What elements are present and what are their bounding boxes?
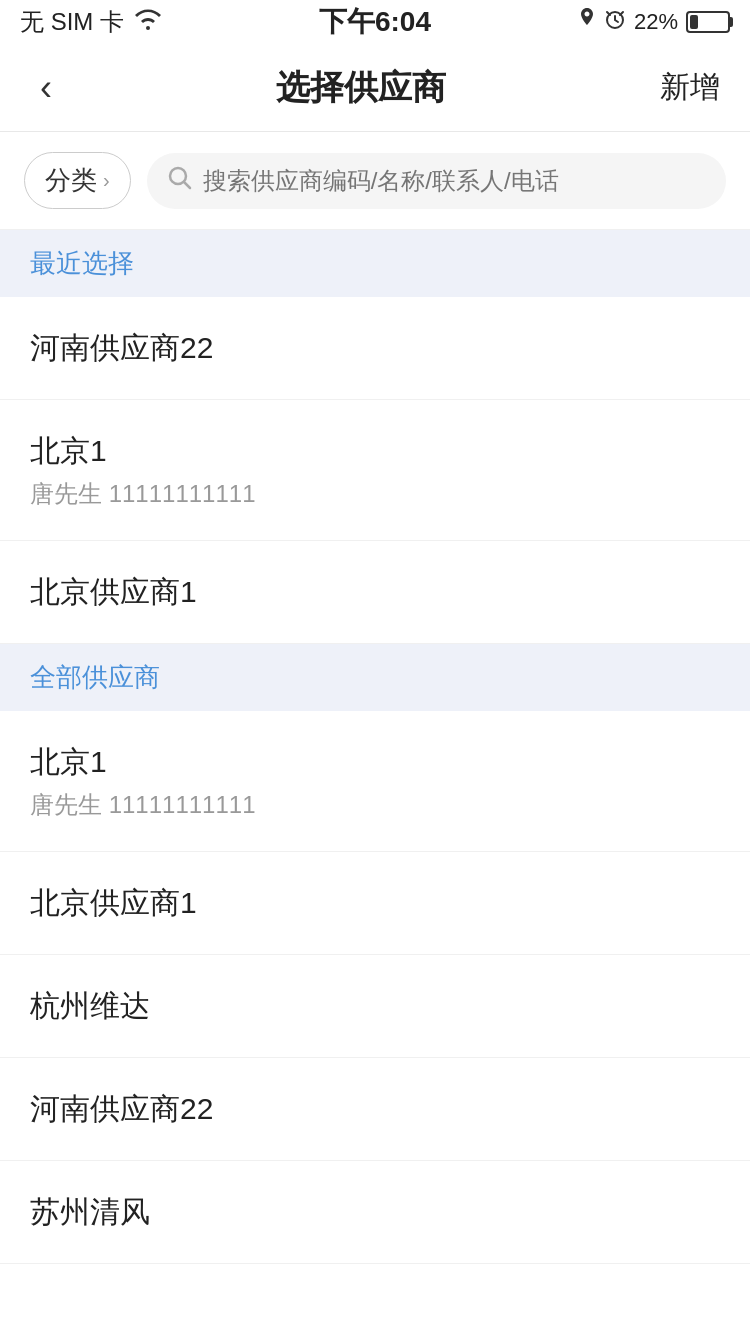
list-item[interactable]: 北京供应商1 — [0, 541, 750, 644]
item-name: 北京1 — [30, 741, 720, 783]
item-name: 北京供应商1 — [30, 571, 720, 613]
search-box — [147, 153, 726, 209]
list-item[interactable]: 杭州维达 — [0, 955, 750, 1058]
search-icon — [167, 165, 193, 197]
all-list: 北京1 唐先生 11111111111 北京供应商1 杭州维达河南供应商22 苏州清风 — [0, 711, 750, 1264]
location-icon — [578, 8, 596, 36]
wifi-icon — [134, 8, 162, 36]
recent-section-header: 最近选择 — [0, 230, 750, 297]
status-right: 22% — [578, 8, 730, 36]
chevron-right-icon: › — [103, 169, 110, 192]
list-item[interactable]: 苏州清风 — [0, 1161, 750, 1264]
list-item[interactable]: 北京1 唐先生 11111111111 — [0, 711, 750, 852]
item-name: 杭州维达 — [30, 985, 720, 1027]
item-name: 北京1 — [30, 430, 720, 472]
list-item[interactable]: 北京1 唐先生 11111111111 — [0, 400, 750, 541]
alarm-icon — [604, 8, 626, 36]
battery-icon — [686, 11, 730, 33]
battery-percentage: 22% — [634, 9, 678, 35]
item-name: 苏州清风 — [30, 1191, 720, 1233]
all-header-label: 全部供应商 — [30, 662, 160, 692]
list-item[interactable]: 河南供应商22 — [0, 1058, 750, 1161]
item-sub: 唐先生 11111111111 — [30, 789, 720, 821]
carrier-text: 无 SIM 卡 — [20, 6, 124, 38]
status-left: 无 SIM 卡 — [20, 6, 162, 38]
status-time: 下午6:04 — [319, 3, 431, 41]
list-item[interactable]: 北京供应商1 — [0, 852, 750, 955]
item-sub: 唐先生 11111111111 — [30, 478, 720, 510]
recent-header-label: 最近选择 — [30, 248, 134, 278]
item-name: 北京供应商1 — [30, 882, 720, 924]
item-name: 河南供应商22 — [30, 1088, 720, 1130]
add-button[interactable]: 新增 — [660, 67, 720, 108]
status-bar: 无 SIM 卡 下午6:04 22% — [0, 0, 750, 44]
nav-bar: ‹ 选择供应商 新增 — [0, 44, 750, 132]
battery-fill — [690, 15, 698, 29]
page-title: 选择供应商 — [276, 65, 446, 111]
list-item[interactable]: 河南供应商22 — [0, 297, 750, 400]
item-name: 河南供应商22 — [30, 327, 720, 369]
all-section-header: 全部供应商 — [0, 644, 750, 711]
category-button[interactable]: 分类 › — [24, 152, 131, 209]
recent-list: 河南供应商22 北京1 唐先生 11111111111 北京供应商1 — [0, 297, 750, 644]
search-input[interactable] — [203, 167, 706, 195]
filter-bar: 分类 › — [0, 132, 750, 230]
category-label: 分类 — [45, 163, 97, 198]
back-button[interactable]: ‹ — [30, 57, 62, 119]
